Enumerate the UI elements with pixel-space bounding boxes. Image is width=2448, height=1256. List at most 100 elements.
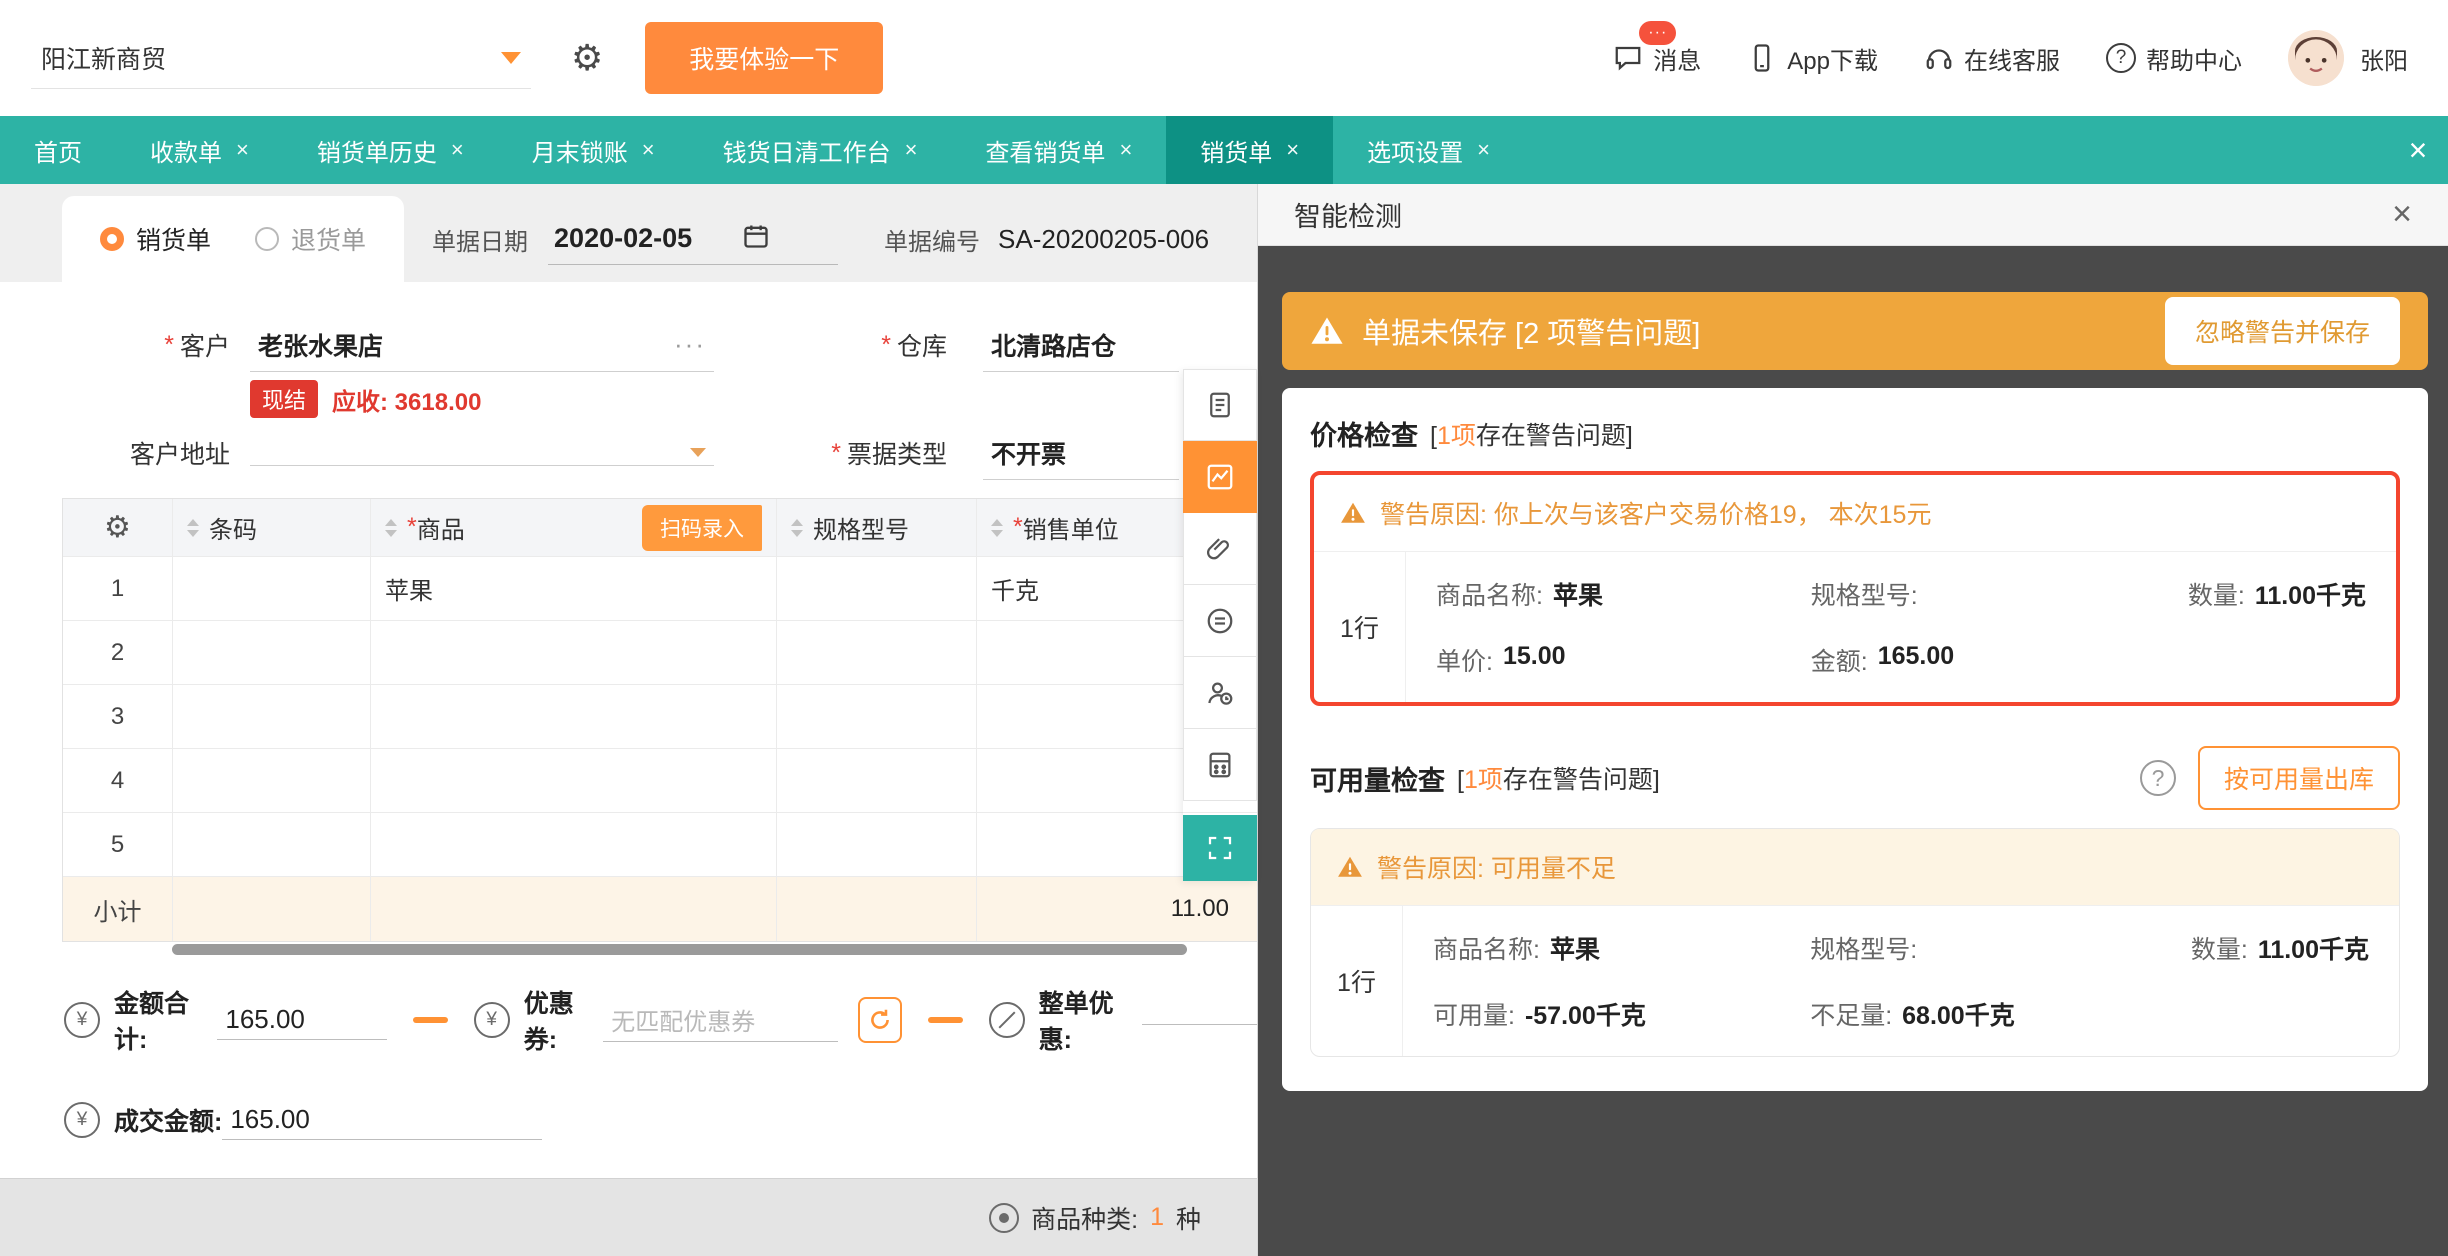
product-cell[interactable] xyxy=(371,685,777,748)
close-tab-icon[interactable]: × xyxy=(1286,137,1299,163)
spec-cell[interactable] xyxy=(777,749,977,812)
spec-cell[interactable] xyxy=(777,621,977,684)
qty-warning-box: 警告原因: 可用量不足 1行 商品名称: 苹果 规格型号: 数量: 11.00千… xyxy=(1310,828,2400,1057)
subtotal-qty: 11.00 xyxy=(1170,895,1229,922)
address-field[interactable] xyxy=(250,440,714,466)
tab-sales-history[interactable]: 销货单历史 × xyxy=(283,116,498,184)
collapse-minus-icon[interactable] xyxy=(928,1017,963,1023)
tab-month-lock[interactable]: 月末锁账 × xyxy=(498,116,689,184)
spec-cell[interactable] xyxy=(777,813,977,876)
scan-entry-button[interactable]: 扫码录入 xyxy=(642,504,762,551)
barcode-cell[interactable] xyxy=(173,557,371,620)
ignore-save-button[interactable]: 忽略警告并保存 xyxy=(2164,297,2400,365)
row-number: 4 xyxy=(63,749,173,812)
column-gear-icon[interactable]: ⚙ xyxy=(104,512,131,543)
experience-button[interactable]: 我要体验一下 xyxy=(645,22,884,94)
bill-type-field[interactable]: 不开票 xyxy=(983,427,1179,480)
table-settings-cell[interactable]: ⚙ xyxy=(63,499,173,556)
coupon-field[interactable]: 无匹配优惠券 xyxy=(603,998,839,1042)
sort-icon[interactable] xyxy=(187,518,199,537)
barcode-cell[interactable] xyxy=(173,621,371,684)
calculator-tool[interactable] xyxy=(1183,729,1257,801)
close-tab-icon[interactable]: × xyxy=(642,137,655,163)
order-discount-field[interactable] xyxy=(1141,1016,1257,1025)
horizontal-scrollbar[interactable] xyxy=(172,944,1187,955)
sort-icon[interactable] xyxy=(791,518,803,537)
customer-label: * 客户 xyxy=(164,330,230,362)
date-picker[interactable]: 2020-02-05 xyxy=(548,214,839,265)
user-menu[interactable]: 张阳 xyxy=(2288,30,2408,86)
money-tool[interactable] xyxy=(1183,585,1257,657)
header-barcode[interactable]: 条码 xyxy=(173,499,371,556)
header-spec[interactable]: 规格型号 xyxy=(777,499,977,556)
close-tab-icon[interactable]: × xyxy=(1477,137,1490,163)
topbar-right: 消息 ··· App下载 在线客服 ? 帮助中心 张阳 xyxy=(1613,20,2408,86)
settings-gear-icon[interactable]: ⚙ xyxy=(571,40,603,76)
close-tab-icon[interactable]: × xyxy=(1119,137,1132,163)
spec-cell[interactable] xyxy=(777,685,977,748)
expand-tool[interactable] xyxy=(1183,815,1257,881)
help-question-icon[interactable]: ? xyxy=(2139,760,2176,796)
company-name: 阳江新商贸 xyxy=(41,45,167,74)
panel-header: 智能检测 × xyxy=(1258,184,2448,246)
app-download-item[interactable]: App下载 xyxy=(1747,41,1878,76)
help-center-item[interactable]: ? 帮助中心 xyxy=(2106,41,2242,76)
tab-home[interactable]: 首页 xyxy=(0,116,116,184)
smart-detect-tool[interactable] xyxy=(1183,441,1257,513)
tab-sales-order[interactable]: 销货单 × xyxy=(1166,116,1334,184)
price-warning-box: 警告原因: 你上次与该客户交易价格19， 本次15元 1行 商品名称: 苹果 规 xyxy=(1310,471,2400,706)
doc-type-sale-radio[interactable]: 销货单 xyxy=(100,221,211,257)
product-cell[interactable]: 苹果 xyxy=(371,557,777,620)
payment-status-row: 现结 应收: 3618.00 xyxy=(250,374,1257,424)
topbar: 阳江新商贸 ⚙ 我要体验一下 消息 ··· App下载 在线客服 ? 帮助中心 xyxy=(0,0,2448,116)
table-row: 3 xyxy=(63,685,1257,749)
receivable-amount: 应收: 3618.00 xyxy=(332,388,482,416)
more-icon[interactable]: ··· xyxy=(674,329,706,360)
collapse-minus-icon[interactable] xyxy=(413,1017,448,1023)
customer-field[interactable]: 老张水果店 ··· xyxy=(250,319,714,372)
spec-cell[interactable] xyxy=(777,557,977,620)
table-row: 5 xyxy=(63,813,1257,877)
close-tab-icon[interactable]: × xyxy=(451,137,464,163)
person-clock-icon xyxy=(1208,682,1233,705)
refresh-icon xyxy=(871,1009,890,1029)
messages-item[interactable]: 消息 ··· xyxy=(1613,20,1701,76)
barcode-cell[interactable] xyxy=(173,685,371,748)
doc-type-tabs: 销货单 退货单 xyxy=(62,196,405,282)
chevron-down-icon xyxy=(501,51,521,64)
attachment-tool[interactable] xyxy=(1183,513,1257,585)
doc-type-return-radio[interactable]: 退货单 xyxy=(255,221,366,257)
tab-options[interactable]: 选项设置 × xyxy=(1333,116,1524,184)
sort-icon[interactable] xyxy=(385,518,397,537)
close-panel-icon[interactable]: × xyxy=(2392,195,2412,234)
tab-view-sales[interactable]: 查看销货单 × xyxy=(951,116,1166,184)
close-tab-icon[interactable]: × xyxy=(236,137,249,163)
refresh-coupon-button[interactable] xyxy=(858,997,903,1043)
warning-icon xyxy=(1338,856,1362,877)
price-warning-reason: 警告原因: 你上次与该客户交易价格19， 本次15元 xyxy=(1314,475,2396,551)
tab-daily-workbench[interactable]: 钱货日清工作台 × xyxy=(689,116,952,184)
customer-history-tool[interactable] xyxy=(1183,657,1257,729)
sort-icon[interactable] xyxy=(991,518,1003,537)
radio-selected-icon xyxy=(100,227,124,251)
items-table-header: ⚙ 条码 * 商品 扫码录入 规格型号 * 销售单位 xyxy=(63,499,1257,557)
company-select[interactable]: 阳江新商贸 xyxy=(31,28,531,89)
doc-number-value: SA-20200205-006 xyxy=(998,223,1210,254)
product-cell[interactable] xyxy=(371,749,777,812)
date-value: 2020-02-05 xyxy=(554,223,693,253)
close-tab-icon[interactable]: × xyxy=(905,137,918,163)
doc-number-label: 单据编号 xyxy=(884,228,981,256)
online-service-item[interactable]: 在线客服 xyxy=(1924,41,2060,76)
ship-by-available-button[interactable]: 按可用量出库 xyxy=(2197,746,2400,810)
product-cell[interactable] xyxy=(371,621,777,684)
row-number: 2 xyxy=(63,621,173,684)
close-all-tabs-icon[interactable]: × xyxy=(2388,116,2448,184)
barcode-cell[interactable] xyxy=(173,813,371,876)
tab-receipt[interactable]: 收款单 × xyxy=(116,116,283,184)
doc-detail-tool[interactable] xyxy=(1183,369,1257,441)
address-label: 客户地址 xyxy=(129,441,230,469)
product-cell[interactable] xyxy=(371,813,777,876)
barcode-cell[interactable] xyxy=(173,749,371,812)
warehouse-field[interactable]: 北清路店仓 xyxy=(983,319,1179,372)
header-product[interactable]: * 商品 扫码录入 xyxy=(371,499,777,556)
